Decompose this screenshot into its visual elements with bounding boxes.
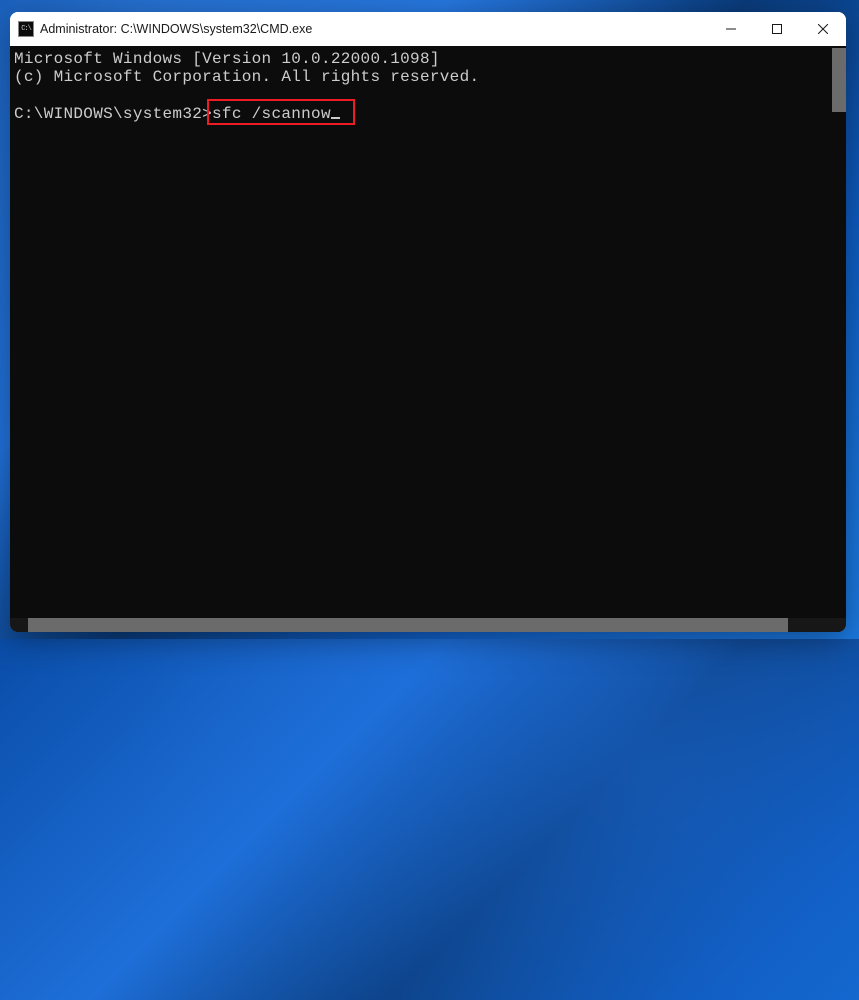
titlebar[interactable]: C:\ Administrator: C:\WINDOWS\system32\C… <box>10 12 846 46</box>
terminal-cursor <box>331 117 340 119</box>
terminal-prompt: C:\WINDOWS\system32> <box>14 105 212 123</box>
cmd-icon: C:\ <box>18 21 34 37</box>
terminal-line-1: Microsoft Windows [Version 10.0.22000.10… <box>14 50 440 68</box>
terminal-line-2: (c) Microsoft Corporation. All rights re… <box>14 68 479 86</box>
maximize-icon <box>772 24 782 34</box>
terminal-content: Microsoft Windows [Version 10.0.22000.10… <box>14 50 842 124</box>
maximize-button[interactable] <box>754 12 800 46</box>
cmd-window: C:\ Administrator: C:\WINDOWS\system32\C… <box>10 12 846 632</box>
window-title: Administrator: C:\WINDOWS\system32\CMD.e… <box>40 22 708 36</box>
vertical-scrollbar-thumb[interactable] <box>832 48 846 112</box>
minimize-button[interactable] <box>708 12 754 46</box>
terminal-area[interactable]: Microsoft Windows [Version 10.0.22000.10… <box>10 46 846 632</box>
window-controls <box>708 12 846 46</box>
horizontal-scrollbar-thumb[interactable] <box>28 618 788 632</box>
close-button[interactable] <box>800 12 846 46</box>
minimize-icon <box>726 24 736 34</box>
horizontal-scrollbar-track[interactable] <box>10 618 846 632</box>
close-icon <box>818 24 828 34</box>
terminal-command: sfc /scannow <box>212 105 331 123</box>
